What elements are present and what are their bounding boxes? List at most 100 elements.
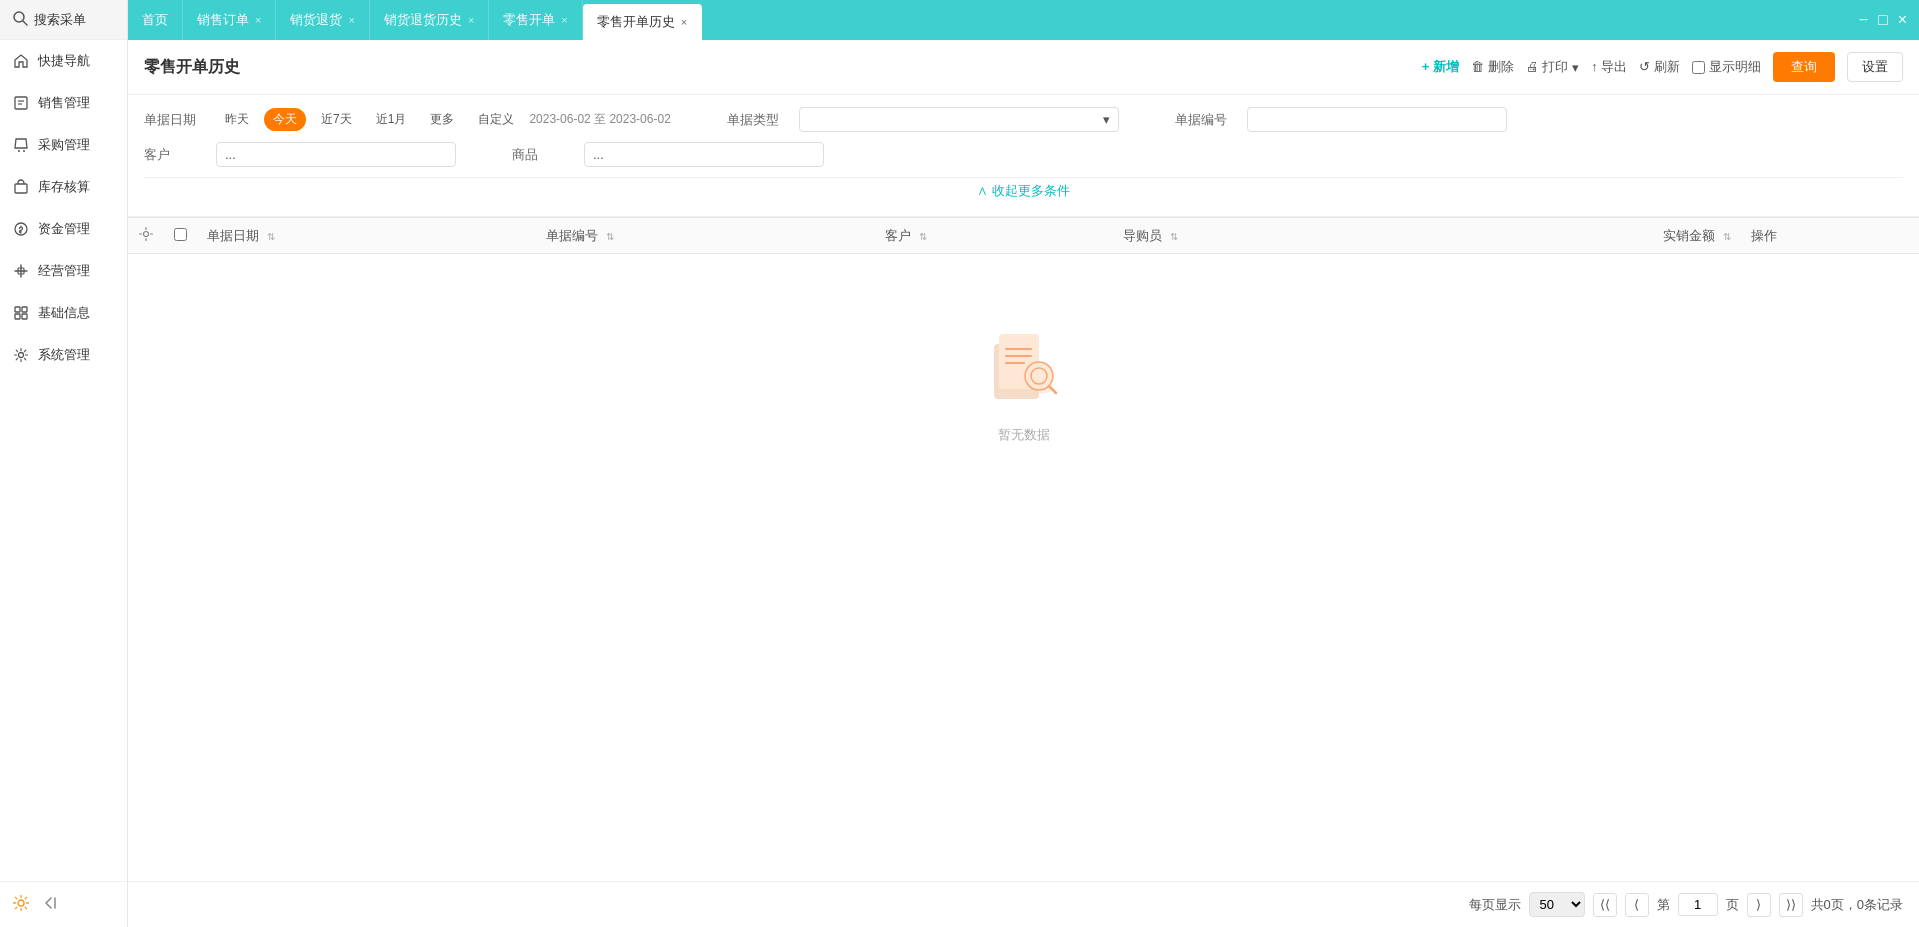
tab-close-icon[interactable]: × [255,14,261,26]
query-button[interactable]: 查询 [1773,52,1835,82]
tab-sales-return-history[interactable]: 销货退货历史 × [370,0,489,40]
th-doc-no-label: 单据编号 [546,228,598,243]
tab-close-icon[interactable]: × [681,16,687,28]
sidebar-item-system[interactable]: 系统管理 [0,334,127,376]
sidebar-bottom [0,881,127,927]
svg-point-15 [18,900,24,906]
next-page-button[interactable]: ⟩ [1747,893,1771,917]
tab-close-icon[interactable]: × [561,14,567,26]
tab-retail-open[interactable]: 零售开单 × [489,0,582,40]
close-button[interactable]: × [1898,11,1907,29]
per-page-select[interactable]: 50 10 20 100 [1529,892,1585,917]
page-label: 第 [1657,896,1670,914]
sidebar-item-quick-nav[interactable]: 快捷导航 [0,40,127,82]
sidebar-search[interactable]: 搜索采单 [0,0,127,40]
sidebar-item-finance[interactable]: 资金管理 [0,208,127,250]
table-container: 单据日期 ⇅ 单据编号 ⇅ 客户 ⇅ 导购员 ⇅ [128,217,1919,881]
purchase-icon [12,136,30,154]
date-btn-last-month[interactable]: 近1月 [367,108,416,131]
th-date[interactable]: 单据日期 ⇅ [197,218,536,254]
th-check[interactable] [164,218,197,254]
collapse-more-conditions[interactable]: ∧ 收起更多条件 [144,177,1903,204]
delete-button[interactable]: 🗑 删除 [1471,58,1514,76]
th-amount[interactable]: 实销金额 ⇅ [1402,218,1741,254]
svg-point-17 [144,232,149,237]
print-arrow: ▾ [1572,60,1579,75]
search-icon [12,10,28,29]
sidebar-item-label: 库存核算 [38,178,90,196]
th-guide-label: 导购员 [1123,228,1162,243]
tab-bar: 首页 销售订单 × 销货退货 × 销货退货历史 × 零售开单 × 零售开单历史 … [128,0,1919,40]
doc-type-select[interactable]: ▾ [799,107,1119,132]
content-area: 零售开单历史 + 新增 🗑 删除 🖨 打印 ▾ ↑ 导出 ↺ 刷新 显示明细 查… [128,40,1919,927]
basic-info-icon [12,304,30,322]
tab-close-icon[interactable]: × [468,14,474,26]
tab-close-icon[interactable]: × [348,14,354,26]
svg-line-1 [23,21,27,25]
show-detail-checkbox[interactable]: 显示明细 [1692,58,1761,76]
goods-select[interactable]: ... [584,142,824,167]
show-detail-input[interactable] [1692,61,1705,74]
tab-home[interactable]: 首页 [128,0,183,40]
page-input[interactable] [1678,893,1718,916]
th-customer[interactable]: 客户 ⇅ [875,218,1113,254]
sort-icon: ⇅ [267,231,275,242]
print-label: 🖨 打印 [1526,58,1569,76]
filter-area: 单据日期 昨天 今天 近7天 近1月 更多 自定义 2023-06-02 至 2… [128,95,1919,217]
window-controls: − □ × [1859,0,1919,40]
sidebar-item-sales[interactable]: 销售管理 [0,82,127,124]
empty-state: 暂无数据 [128,254,1919,504]
tab-sales-order[interactable]: 销售订单 × [183,0,276,40]
last-page-button[interactable]: ⟩⟩ [1779,893,1803,917]
add-button[interactable]: + 新增 [1422,58,1459,76]
minimize-button[interactable]: − [1859,11,1868,29]
tab-sales-return[interactable]: 销货退货 × [276,0,369,40]
date-btn-today[interactable]: 今天 [264,108,306,131]
goods-value: ... [593,147,604,162]
tab-label: 销售订单 [197,11,249,29]
prev-page-button[interactable]: ⟨ [1625,893,1649,917]
date-shortcuts: 昨天 今天 近7天 近1月 更多 自定义 2023-06-02 至 2023-0… [216,108,671,131]
print-button[interactable]: 🖨 打印 ▾ [1526,58,1580,76]
svg-rect-11 [22,307,27,312]
date-range-display: 2023-06-02 至 2023-06-02 [529,111,670,128]
export-button[interactable]: ↑ 导出 [1591,58,1627,76]
settings-bottom-icon[interactable] [12,894,30,915]
th-guide[interactable]: 导购员 ⇅ [1113,218,1402,254]
sidebar-item-inventory[interactable]: 库存核算 [0,166,127,208]
finance-icon [12,220,30,238]
svg-point-6 [23,150,25,152]
sidebar-item-basic-info[interactable]: 基础信息 [0,292,127,334]
first-page-button[interactable]: ⟨⟨ [1593,893,1617,917]
refresh-button[interactable]: ↺ 刷新 [1639,58,1680,76]
th-doc-no[interactable]: 单据编号 ⇅ [536,218,875,254]
collapse-label: ∧ 收起更多条件 [977,183,1070,198]
svg-rect-7 [15,184,27,193]
empty-icon [974,314,1074,414]
date-btn-custom[interactable]: 自定义 [469,108,523,131]
date-btn-more[interactable]: 更多 [421,108,463,131]
date-btn-last7[interactable]: 近7天 [312,108,361,131]
svg-rect-2 [15,97,27,109]
tab-retail-open-history[interactable]: 零售开单历史 × [583,4,702,40]
select-all-checkbox[interactable] [174,228,187,241]
sort-icon: ⇅ [1170,231,1178,242]
sidebar-item-operations[interactable]: 经营管理 [0,250,127,292]
doc-no-label: 单据编号 [1175,111,1231,129]
maximize-button[interactable]: □ [1878,11,1888,29]
collapse-sidebar-icon[interactable] [40,894,58,915]
sidebar-item-purchase[interactable]: 采购管理 [0,124,127,166]
filter-row-1: 单据日期 昨天 今天 近7天 近1月 更多 自定义 2023-06-02 至 2… [144,107,1903,132]
doc-type-label: 单据类型 [727,111,783,129]
sidebar-item-label: 资金管理 [38,220,90,238]
system-icon [12,346,30,364]
doc-no-input[interactable] [1247,107,1507,132]
tab-home-label: 首页 [142,11,168,29]
customer-select[interactable]: ... [216,142,456,167]
customer-value: ... [225,147,236,162]
table-header: 单据日期 ⇅ 单据编号 ⇅ 客户 ⇅ 导购员 ⇅ [128,218,1919,254]
th-settings[interactable] [128,218,164,254]
date-btn-yesterday[interactable]: 昨天 [216,108,258,131]
page-suffix: 页 [1726,896,1739,914]
settings-button[interactable]: 设置 [1847,52,1903,82]
